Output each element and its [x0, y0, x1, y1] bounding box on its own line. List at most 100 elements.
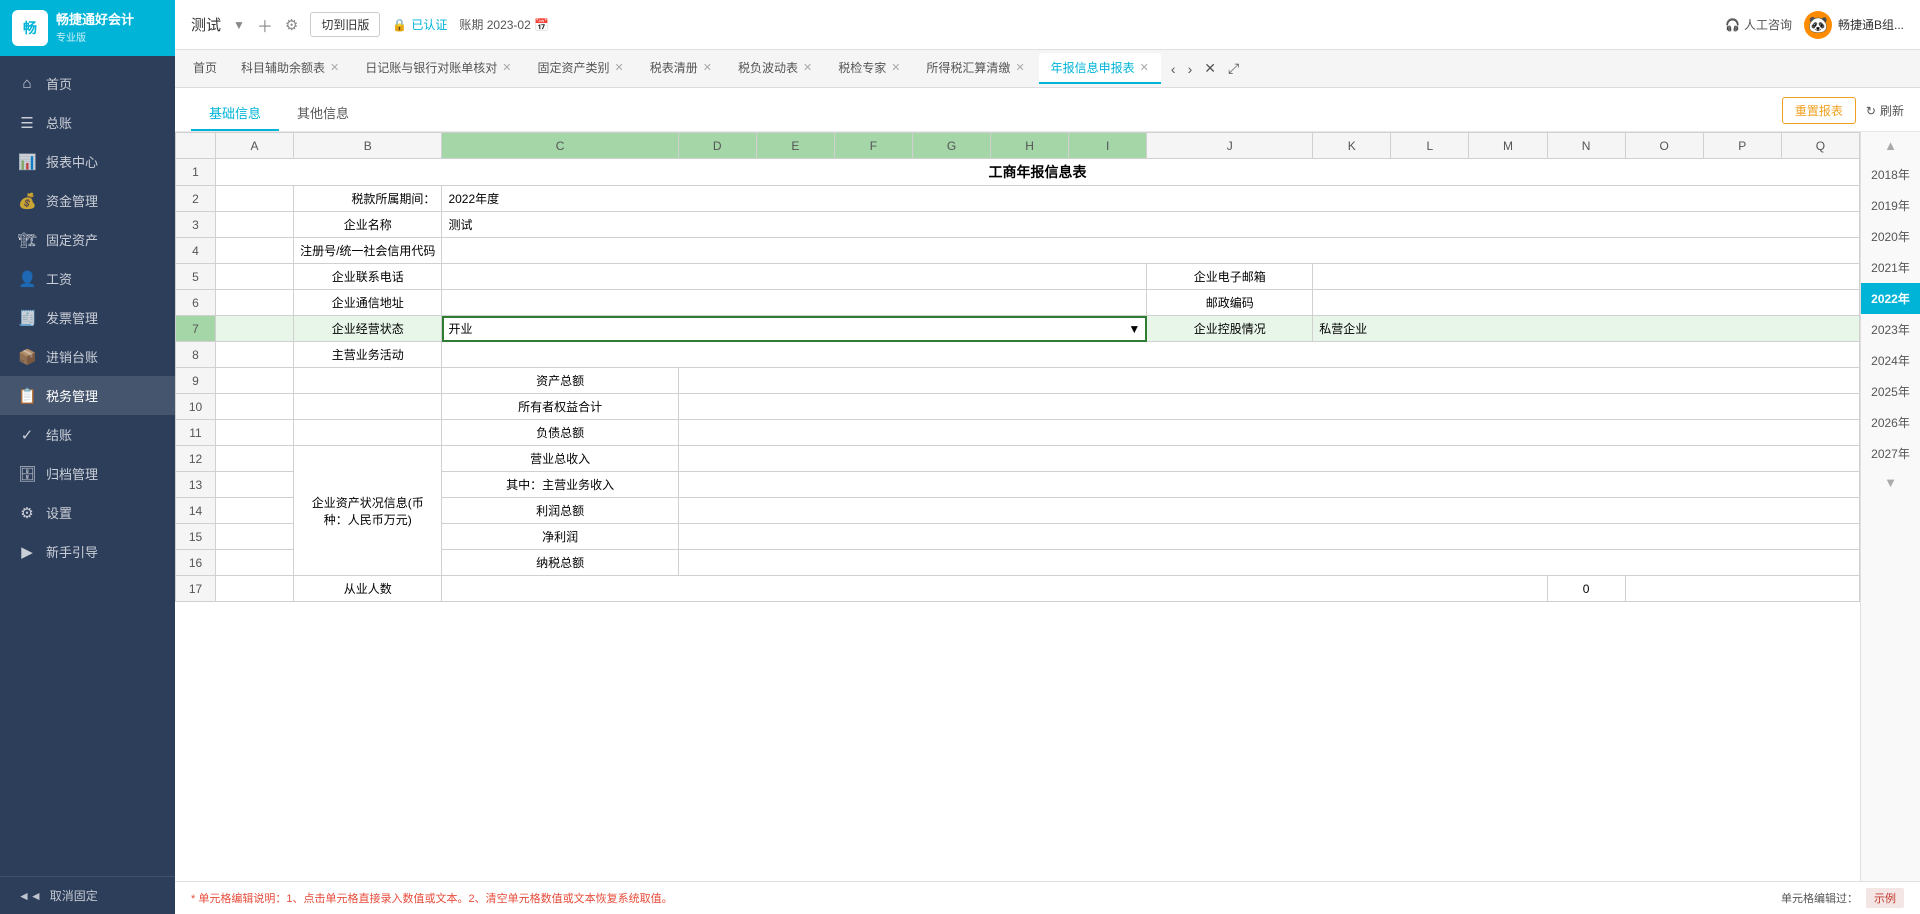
sheet-title[interactable]: 工商年报信息表: [216, 159, 1860, 186]
tab-tax-fluctuation[interactable]: 税负波动表 ✕: [726, 53, 824, 84]
cell[interactable]: [678, 394, 1859, 420]
switch-version-btn[interactable]: 切到旧版: [310, 12, 380, 37]
cell[interactable]: [678, 446, 1859, 472]
cell[interactable]: [442, 576, 1547, 602]
cell[interactable]: [216, 524, 294, 550]
sidebar-collapse-btn[interactable]: ◄◄ 取消固定: [0, 876, 175, 914]
sidebar-item-invoice[interactable]: 🧾 发票管理: [0, 298, 175, 337]
sidebar-item-tax[interactable]: 📋 税务管理: [0, 376, 175, 415]
cell[interactable]: 私营企业: [1313, 316, 1860, 342]
reset-report-btn[interactable]: 重置报表: [1782, 97, 1856, 124]
tab-close-btn[interactable]: ✕: [615, 61, 624, 74]
cell[interactable]: [216, 498, 294, 524]
sidebar-item-wages[interactable]: 👤 工资: [0, 259, 175, 298]
year-2019[interactable]: 2019年: [1861, 190, 1920, 221]
tab-close-btn[interactable]: ✕: [803, 61, 812, 74]
tab-annual-report[interactable]: 年报信息申报表 ✕: [1039, 53, 1161, 84]
cell[interactable]: [678, 368, 1859, 394]
sidebar-item-ledger[interactable]: ☰ 总账: [0, 103, 175, 142]
cell[interactable]: [442, 238, 1860, 264]
cell[interactable]: [216, 238, 294, 264]
sidebar-item-inventory[interactable]: 📦 进销台账: [0, 337, 175, 376]
refresh-btn[interactable]: ↻ 刷新: [1866, 102, 1904, 119]
sidebar-item-guide[interactable]: ▶ 新手引导: [0, 532, 175, 571]
tab-close-btn[interactable]: ✕: [703, 61, 712, 74]
cell[interactable]: [216, 446, 294, 472]
tab-close-btn[interactable]: ✕: [1015, 61, 1024, 74]
sidebar-item-funds[interactable]: 💰 资金管理: [0, 181, 175, 220]
cell[interactable]: [294, 368, 442, 394]
cell[interactable]: [216, 368, 294, 394]
year-2021[interactable]: 2021年: [1861, 252, 1920, 283]
cell[interactable]: [294, 394, 442, 420]
cell[interactable]: [216, 342, 294, 368]
cell[interactable]: [216, 212, 294, 238]
cell[interactable]: [216, 472, 294, 498]
cell[interactable]: [678, 420, 1859, 446]
tab-close-btn[interactable]: ✕: [891, 61, 900, 74]
cell[interactable]: [216, 290, 294, 316]
cell[interactable]: [216, 550, 294, 576]
sidebar-item-reports[interactable]: 📊 报表中心: [0, 142, 175, 181]
year-2018[interactable]: 2018年: [1861, 159, 1920, 190]
cell[interactable]: [1313, 264, 1860, 290]
tab-bank-reconcile[interactable]: 日记账与银行对账单核对 ✕: [353, 53, 523, 84]
tab-tax-list[interactable]: 税表清册 ✕: [638, 53, 724, 84]
tab-close-all-btn[interactable]: ✕: [1200, 58, 1220, 79]
topbar-add-btn[interactable]: ＋: [257, 13, 273, 37]
business-status-cell[interactable]: 开业 ▼: [442, 316, 1147, 342]
dropdown-arrow-icon[interactable]: ▼: [1128, 322, 1140, 336]
tab-next-btn[interactable]: ›: [1184, 59, 1197, 79]
cell[interactable]: [294, 420, 442, 446]
cell[interactable]: [216, 264, 294, 290]
sidebar-item-fixed-assets[interactable]: 🏗 固定资产: [0, 220, 175, 259]
calendar-icon[interactable]: 📅: [534, 18, 549, 32]
year-2024[interactable]: 2024年: [1861, 345, 1920, 376]
sidebar-item-home[interactable]: ⌂ 首页: [0, 64, 175, 103]
year-2020[interactable]: 2020年: [1861, 221, 1920, 252]
cell[interactable]: [442, 264, 1147, 290]
cell[interactable]: [216, 316, 294, 342]
cell[interactable]: [678, 550, 1859, 576]
year-scroll-up-btn[interactable]: ▲: [1884, 132, 1897, 159]
cell[interactable]: [216, 394, 294, 420]
tab-tax-inspector[interactable]: 税检专家 ✕: [826, 53, 912, 84]
topbar-dropdown-arrow[interactable]: ▼: [233, 18, 245, 32]
tab-close-btn[interactable]: ✕: [502, 61, 511, 74]
cell[interactable]: [216, 576, 294, 602]
sidebar-item-settlement[interactable]: ✓ 结账: [0, 415, 175, 454]
sidebar-item-archive[interactable]: 🗄 归档管理: [0, 454, 175, 493]
cell[interactable]: [442, 342, 1860, 368]
support-btn[interactable]: 🎧 人工咨询: [1725, 16, 1792, 33]
cell[interactable]: [1625, 576, 1859, 602]
tab-close-btn[interactable]: ✕: [1140, 61, 1149, 74]
cell[interactable]: [678, 524, 1859, 550]
year-2026[interactable]: 2026年: [1861, 407, 1920, 438]
subtab-basic-info[interactable]: 基础信息: [191, 96, 279, 131]
cell[interactable]: [678, 472, 1859, 498]
cell[interactable]: [216, 420, 294, 446]
cell[interactable]: [678, 498, 1859, 524]
tab-close-btn[interactable]: ✕: [330, 61, 339, 74]
subtab-other-info[interactable]: 其他信息: [279, 96, 367, 131]
tab-expand-btn[interactable]: ⤢: [1224, 58, 1243, 79]
cell[interactable]: 0: [1547, 576, 1625, 602]
year-2027[interactable]: 2027年: [1861, 438, 1920, 469]
year-2023[interactable]: 2023年: [1861, 314, 1920, 345]
cell[interactable]: [216, 186, 294, 212]
cell[interactable]: [442, 290, 1147, 316]
tab-fixed-asset-type[interactable]: 固定资产类别 ✕: [525, 53, 635, 84]
cell[interactable]: 测试: [442, 212, 1860, 238]
tab-balance-sheet[interactable]: 科目辅助余额表 ✕: [229, 53, 351, 84]
year-2022[interactable]: 2022年: [1861, 283, 1920, 314]
topbar-gear-btn[interactable]: ⚙: [285, 16, 298, 34]
tab-prev-btn[interactable]: ‹: [1167, 59, 1180, 79]
spreadsheet[interactable]: A B C D E F G H I J K L: [175, 132, 1860, 881]
sidebar-item-settings[interactable]: ⚙ 设置: [0, 493, 175, 532]
year-scroll-down-btn[interactable]: ▼: [1884, 469, 1897, 496]
cell[interactable]: 2022年度: [442, 186, 1860, 212]
cell[interactable]: [1313, 290, 1860, 316]
year-2025[interactable]: 2025年: [1861, 376, 1920, 407]
tab-income-tax[interactable]: 所得税汇算清缴 ✕: [914, 53, 1036, 84]
tab-home[interactable]: 首页: [183, 53, 227, 84]
